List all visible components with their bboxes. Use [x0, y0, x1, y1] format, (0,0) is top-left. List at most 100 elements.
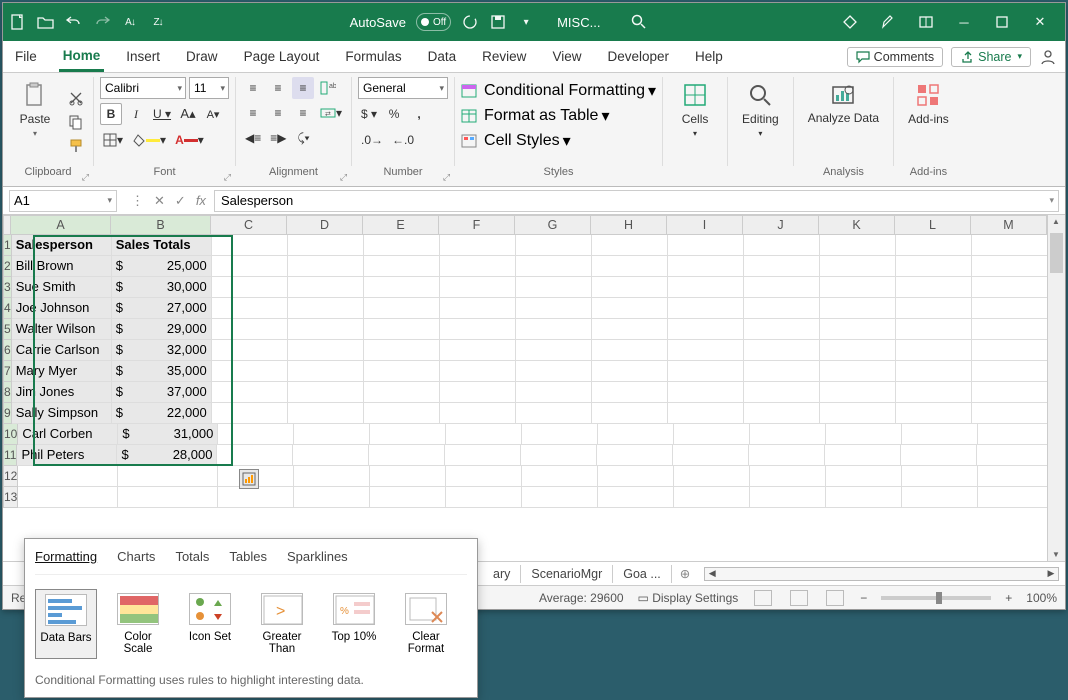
diamond-icon[interactable]	[841, 13, 859, 31]
col-header[interactable]: D	[287, 215, 363, 235]
qa-tab-sparklines[interactable]: Sparklines	[287, 545, 348, 568]
tab-formulas[interactable]: Formulas	[341, 43, 405, 70]
alignment-launcher-icon[interactable]: ⤢	[340, 172, 347, 183]
row-header[interactable]: 11	[3, 445, 17, 466]
cell[interactable]: $29,000	[112, 319, 212, 340]
align-left-icon[interactable]: ≡	[242, 102, 264, 124]
cell[interactable]: $35,000	[112, 361, 212, 382]
view-pagebreak-icon[interactable]	[826, 590, 844, 606]
quick-analysis-icon[interactable]	[239, 469, 259, 489]
italic-button[interactable]: I	[125, 103, 147, 125]
qa-item-clearformat[interactable]: Clear Format	[395, 589, 457, 659]
cell[interactable]	[118, 466, 218, 487]
clipboard-launcher-icon[interactable]: ⤢	[82, 172, 89, 183]
copy-icon[interactable]	[65, 111, 87, 133]
tab-data[interactable]: Data	[424, 43, 461, 70]
cell[interactable]: $28,000	[117, 445, 217, 466]
cell[interactable]: Sue Smith	[12, 277, 112, 298]
accounting-icon[interactable]: $ ▾	[358, 103, 380, 125]
qa-item-iconset[interactable]: Icon Set	[179, 589, 241, 659]
enter-formula-icon[interactable]: ✓	[175, 193, 186, 209]
row-header[interactable]: 12	[3, 466, 18, 487]
zoom-level[interactable]: 100%	[1026, 591, 1057, 605]
cell[interactable]: $22,000	[112, 403, 212, 424]
vertical-scrollbar[interactable]: ▲ ▼	[1047, 215, 1065, 561]
font-name-combo[interactable]: Calibri	[100, 77, 186, 99]
maximize-icon[interactable]	[993, 13, 1011, 31]
cancel-formula-icon[interactable]: ✕	[154, 193, 165, 209]
row-header[interactable]: 4	[3, 298, 12, 319]
col-header[interactable]: F	[439, 215, 515, 235]
row-header[interactable]: 9	[3, 403, 12, 424]
col-header[interactable]: M	[971, 215, 1047, 235]
zoom-slider[interactable]	[881, 596, 991, 600]
tab-help[interactable]: Help	[691, 43, 727, 70]
tab-developer[interactable]: Developer	[603, 43, 673, 70]
cell[interactable]: Bill Brown	[12, 256, 112, 277]
increase-indent-icon[interactable]: ≡▶	[267, 127, 289, 149]
row-header[interactable]: 1	[3, 235, 12, 256]
row-header[interactable]: 13	[3, 487, 18, 508]
format-painter-icon[interactable]	[65, 135, 87, 157]
row-header[interactable]: 5	[3, 319, 12, 340]
new-sheet-icon[interactable]: ⊕	[672, 566, 698, 581]
align-top-icon[interactable]: ≡	[242, 77, 264, 99]
select-all-corner[interactable]	[3, 215, 11, 235]
save-icon[interactable]	[489, 13, 507, 31]
row-header[interactable]: 8	[3, 382, 12, 403]
open-file-icon[interactable]	[37, 13, 55, 31]
name-box[interactable]: A1	[9, 190, 117, 212]
sheet-tab[interactable]: ScenarioMgr	[521, 565, 613, 583]
tab-file[interactable]: File	[11, 43, 41, 70]
cell[interactable]	[118, 487, 218, 508]
undo-icon[interactable]	[65, 13, 83, 31]
tab-pagelayout[interactable]: Page Layout	[240, 43, 324, 70]
underline-button[interactable]: U ▾	[150, 103, 174, 125]
cell[interactable]: Walter Wilson	[12, 319, 112, 340]
cell[interactable]: Salesperson	[12, 235, 112, 256]
cell[interactable]: Phil Peters	[17, 445, 117, 466]
number-format-combo[interactable]: General	[358, 77, 448, 99]
col-header[interactable]: C	[211, 215, 287, 235]
decrease-decimal-icon[interactable]: ←.0	[389, 129, 417, 151]
format-as-table-button[interactable]: Format as Table ▾	[461, 106, 656, 126]
comments-button[interactable]: Comments	[847, 47, 943, 67]
zoom-out-icon[interactable]: −	[860, 591, 867, 605]
align-middle-icon[interactable]: ≡	[267, 77, 289, 99]
qa-tab-totals[interactable]: Totals	[175, 545, 209, 568]
zoom-in-icon[interactable]: +	[1005, 591, 1012, 605]
account-icon[interactable]	[1039, 48, 1057, 66]
qa-item-greaterthan[interactable]: > Greater Than	[251, 589, 313, 659]
cell[interactable]: $32,000	[112, 340, 212, 361]
brush-icon[interactable]	[879, 13, 897, 31]
tab-draw[interactable]: Draw	[182, 43, 222, 70]
view-normal-icon[interactable]	[754, 590, 772, 606]
cell[interactable]: Joe Johnson	[12, 298, 112, 319]
conditional-formatting-button[interactable]: Conditional Formatting ▾	[461, 81, 656, 101]
row-header[interactable]: 3	[3, 277, 12, 298]
sort-asc-icon[interactable]: A↓	[121, 13, 139, 31]
borders-icon[interactable]: ▾	[100, 129, 126, 151]
cell[interactable]: Mary Myer	[12, 361, 112, 382]
col-header[interactable]: K	[819, 215, 895, 235]
addins-button[interactable]: Add-ins	[900, 77, 957, 166]
namebox-menu-icon[interactable]: ⋮	[131, 193, 144, 209]
analyze-data-button[interactable]: Analyze Data	[800, 77, 887, 166]
formula-bar[interactable]: Salesperson	[214, 190, 1059, 212]
display-settings-button[interactable]: ▭ Display Settings	[638, 591, 739, 605]
percent-icon[interactable]: %	[383, 103, 405, 125]
align-bottom-icon[interactable]: ≡	[292, 77, 314, 99]
comma-icon[interactable]: ,	[408, 103, 430, 125]
increase-font-icon[interactable]: A▴	[177, 103, 199, 125]
col-header[interactable]: H	[591, 215, 667, 235]
sort-desc-icon[interactable]: Z↓	[149, 13, 167, 31]
col-header[interactable]: E	[363, 215, 439, 235]
worksheet-grid[interactable]: A B C D E F G H I J K L M 1SalespersonSa…	[3, 215, 1065, 561]
paste-button[interactable]: Paste ▾	[9, 77, 61, 166]
cell[interactable]	[18, 487, 118, 508]
cell[interactable]: $27,000	[112, 298, 212, 319]
row-header[interactable]: 10	[3, 424, 18, 445]
new-file-icon[interactable]	[9, 13, 27, 31]
sheet-tab[interactable]: Goa ...	[613, 565, 672, 583]
orientation-icon[interactable]: ⤹▾	[292, 127, 314, 149]
